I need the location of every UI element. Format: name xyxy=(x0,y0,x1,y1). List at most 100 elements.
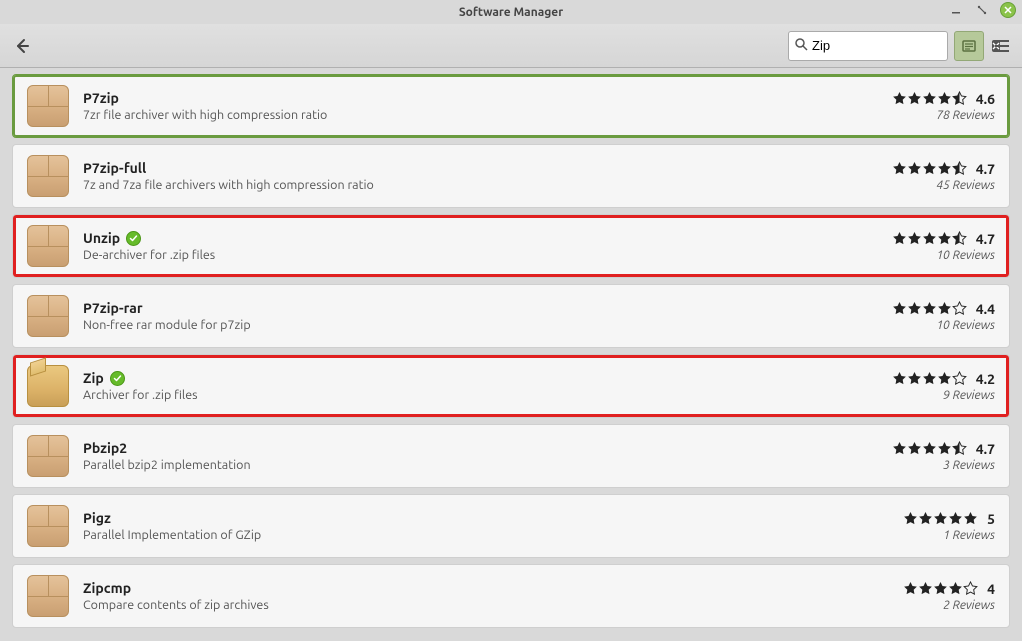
star-icon xyxy=(922,301,937,316)
rating-row: 4.4 xyxy=(892,301,995,317)
star-icon xyxy=(937,441,952,456)
close-button[interactable] xyxy=(1000,2,1016,18)
package-name: Unzip xyxy=(83,230,120,246)
show-installed-button[interactable] xyxy=(954,31,984,61)
package-name: P7zip-rar xyxy=(83,300,143,316)
package-title-row: Zipcmp xyxy=(83,580,891,596)
star-icon xyxy=(922,441,937,456)
star-icon xyxy=(948,511,963,526)
rating-row: 4.2 xyxy=(892,371,995,387)
stars xyxy=(892,441,967,456)
star-icon xyxy=(937,231,952,246)
package-title-row: P7zip-full xyxy=(83,160,880,176)
rating-row: 4.7 xyxy=(892,231,995,247)
package-icon xyxy=(27,435,69,477)
package-icon xyxy=(27,85,69,127)
star-icon xyxy=(952,441,967,456)
star-icon xyxy=(952,91,967,106)
star-icon xyxy=(937,91,952,106)
package-description: 7z and 7za file archivers with high comp… xyxy=(83,178,880,192)
rating-row: 4.7 xyxy=(892,161,995,177)
star-icon xyxy=(918,581,933,596)
back-button[interactable] xyxy=(8,32,36,60)
package-info: PigzParallel Implementation of GZip xyxy=(83,510,891,542)
package-name: Pbzip2 xyxy=(83,440,127,456)
package-description: Parallel bzip2 implementation xyxy=(83,458,880,472)
search-icon xyxy=(795,38,808,54)
star-icon xyxy=(952,161,967,176)
package-row[interactable]: ZipArchiver for .zip files4.29 Reviews xyxy=(12,354,1010,418)
stars xyxy=(892,91,967,106)
package-row[interactable]: P7zip7zr file archiver with high compres… xyxy=(12,74,1010,138)
rating-row: 5 xyxy=(903,511,995,527)
star-icon xyxy=(907,371,922,386)
star-icon xyxy=(952,371,967,386)
package-row[interactable]: UnzipDe-archiver for .zip files 4.7 10 Rev… xyxy=(12,214,1010,278)
star-icon xyxy=(948,581,963,596)
rating-value: 5 xyxy=(987,511,995,527)
rating-value: 4.7 xyxy=(976,441,995,457)
package-info: Zipcmp Compare contents of zip archives xyxy=(83,580,891,612)
review-count: 2 Reviews xyxy=(903,599,995,612)
package-rating: 4 2 Reviews xyxy=(903,581,995,612)
package-info: P7zip-rarNon-free rar module for p7zip xyxy=(83,300,880,332)
star-icon xyxy=(933,511,948,526)
installed-badge-icon xyxy=(110,371,125,386)
star-icon xyxy=(892,161,907,176)
maximize-button[interactable] xyxy=(974,2,990,18)
stars xyxy=(892,301,967,316)
rating-value: 4.7 xyxy=(976,231,995,247)
stars xyxy=(903,581,978,596)
minimize-button[interactable] xyxy=(948,2,964,18)
package-info: P7zip-full 7z and 7za file archivers with… xyxy=(83,160,880,192)
package-rating: 4.6 78 Reviews xyxy=(892,91,995,122)
hamburger-menu-button[interactable] xyxy=(990,32,1014,60)
package-title-row: P7zip-rar xyxy=(83,300,880,316)
installed-badge-icon xyxy=(126,231,141,246)
rating-value: 4.7 xyxy=(976,161,995,177)
package-row[interactable]: P7zip-full 7z and 7za file archivers with… xyxy=(12,144,1010,208)
rating-value: 4.2 xyxy=(976,371,995,387)
package-name: Zip xyxy=(83,370,104,386)
package-info: ZipArchiver for .zip files xyxy=(83,370,880,402)
package-icon xyxy=(27,295,69,337)
package-icon xyxy=(27,365,69,407)
package-name: P7zip-full xyxy=(83,160,146,176)
package-info: UnzipDe-archiver for .zip files xyxy=(83,230,880,262)
package-description: Compare contents of zip archives xyxy=(83,598,891,612)
star-icon xyxy=(903,511,918,526)
package-row[interactable]: Zipcmp Compare contents of zip archives 4 2… xyxy=(12,564,1010,628)
rating-row: 4.6 xyxy=(892,91,995,107)
package-title-row: Zip xyxy=(83,370,880,386)
package-row[interactable]: PigzParallel Implementation of GZip 5 1 Re… xyxy=(12,494,1010,558)
star-icon xyxy=(892,301,907,316)
star-icon xyxy=(918,511,933,526)
package-rating: 4.73 Reviews xyxy=(892,441,995,472)
star-icon xyxy=(907,161,922,176)
star-icon xyxy=(922,231,937,246)
star-icon xyxy=(922,371,937,386)
review-count: 78 Reviews xyxy=(892,109,995,122)
package-description: Parallel Implementation of GZip xyxy=(83,528,891,542)
package-row[interactable]: Pbzip2 Parallel bzip2 implementation 4.73 … xyxy=(12,424,1010,488)
package-title-row: P7zip xyxy=(83,90,880,106)
titlebar: Software Manager xyxy=(0,0,1022,24)
review-count: 1 Reviews xyxy=(903,529,995,542)
package-rating: 5 1 Reviews xyxy=(903,511,995,542)
star-icon xyxy=(952,231,967,246)
package-info: Pbzip2 Parallel bzip2 implementation xyxy=(83,440,880,472)
rating-value: 4 xyxy=(987,581,995,597)
package-name: P7zip xyxy=(83,90,119,106)
package-row[interactable]: P7zip-rarNon-free rar module for p7zip 4.… xyxy=(12,284,1010,348)
star-icon xyxy=(922,161,937,176)
star-icon xyxy=(903,581,918,596)
star-icon xyxy=(892,371,907,386)
package-icon xyxy=(27,505,69,547)
stars xyxy=(892,231,967,246)
package-rating: 4.410 Reviews xyxy=(892,301,995,332)
package-icon xyxy=(27,575,69,617)
star-icon xyxy=(907,231,922,246)
search-box[interactable] xyxy=(788,31,948,61)
review-count: 10 Reviews xyxy=(892,249,995,262)
star-icon xyxy=(892,441,907,456)
